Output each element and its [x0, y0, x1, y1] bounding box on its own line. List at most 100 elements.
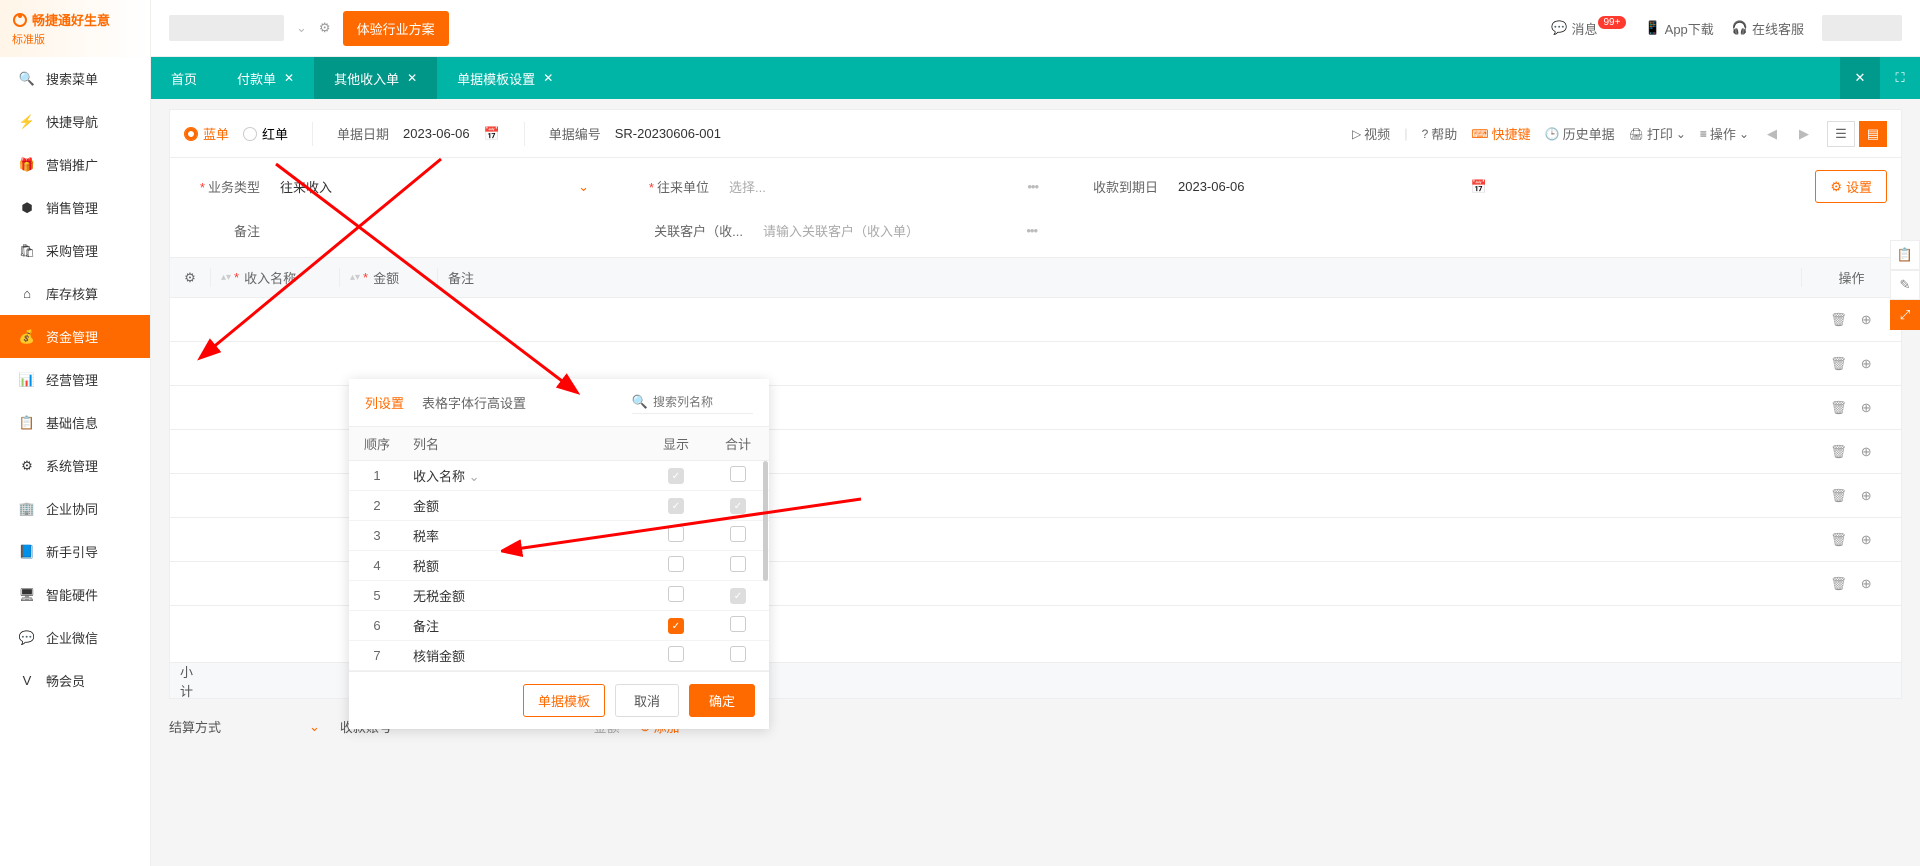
settings-gear-icon[interactable]: ⚙	[319, 20, 331, 36]
delete-row-icon[interactable]: 🗑	[1830, 444, 1847, 460]
delete-row-icon[interactable]: 🗑	[1830, 400, 1847, 416]
nav-畅会员[interactable]: V畅会员	[0, 659, 150, 702]
delete-row-icon[interactable]: 🗑	[1830, 312, 1847, 328]
copy-row-icon[interactable]: ⊕	[1861, 400, 1872, 416]
user-placeholder[interactable]	[1822, 15, 1902, 41]
video-button[interactable]: ▷ 视频	[1352, 124, 1390, 143]
history-button[interactable]: 🕒 历史单据	[1545, 124, 1615, 143]
table-row[interactable]: 🗑⊕	[170, 298, 1901, 342]
unit-select[interactable]: 选择... •••	[721, 172, 1046, 202]
copy-row-icon[interactable]: ⊕	[1861, 312, 1872, 328]
nav-销售管理[interactable]: ⬢销售管理	[0, 186, 150, 229]
chevron-down-icon[interactable]: ⌄	[469, 469, 480, 484]
checkbox-icon[interactable]	[730, 466, 746, 482]
tab-close-icon[interactable]: ✕	[284, 71, 294, 85]
popup-tab-font[interactable]: 表格字体行高设置	[422, 393, 526, 412]
th-income-name[interactable]: ▴▾ *收入名称	[210, 268, 340, 287]
th-amount[interactable]: ▴▾ *金额	[340, 268, 438, 287]
checkbox-icon[interactable]	[668, 586, 684, 602]
app-download-link[interactable]: 📱 App下载	[1644, 19, 1713, 38]
next-doc-icon[interactable]: ▶	[1795, 126, 1813, 142]
help-button[interactable]: ? 帮助	[1422, 124, 1458, 143]
logo-icon	[12, 12, 28, 28]
float-note-icon[interactable]: 📋	[1890, 240, 1920, 270]
delete-row-icon[interactable]: 🗑	[1830, 356, 1847, 372]
print-button[interactable]: 🖨 打印 ⌄	[1629, 124, 1686, 143]
nav-资金管理[interactable]: 💰资金管理	[0, 315, 150, 358]
checkbox-icon[interactable]: ✓	[668, 468, 684, 484]
delete-row-icon[interactable]: 🗑	[1830, 576, 1847, 592]
checkbox-icon[interactable]: ✓	[668, 498, 684, 514]
float-expand-icon[interactable]: ⤢	[1890, 300, 1920, 330]
customer-input[interactable]: 请输入关联客户（收入单） •••	[755, 215, 1045, 245]
nav-企业微信[interactable]: 💬企业微信	[0, 616, 150, 659]
copy-row-icon[interactable]: ⊕	[1861, 576, 1872, 592]
checkbox-icon[interactable]	[668, 556, 684, 572]
nav-采购管理[interactable]: 🛍采购管理	[0, 229, 150, 272]
tab-首页[interactable]: 首页	[151, 57, 217, 99]
tab-其他收入单[interactable]: 其他收入单✕	[314, 57, 437, 99]
copy-row-icon[interactable]: ⊕	[1861, 488, 1872, 504]
checkbox-icon[interactable]	[668, 646, 684, 662]
action-button[interactable]: ≡ 操作 ⌄	[1700, 124, 1749, 143]
popup-tab-columns[interactable]: 列设置	[365, 393, 404, 412]
delete-row-icon[interactable]: 🗑	[1830, 488, 1847, 504]
copy-row-icon[interactable]: ⊕	[1861, 532, 1872, 548]
doc-date-value[interactable]: 2023-06-06	[403, 126, 470, 141]
online-service-link[interactable]: 🎧 在线客服	[1732, 19, 1804, 38]
settle-method[interactable]: 结算方式 ⌄	[169, 717, 320, 736]
due-label: 收款到期日	[1093, 180, 1158, 195]
blue-doc-radio[interactable]: 蓝单	[184, 124, 229, 143]
column-settings-gear-icon[interactable]: ⚙	[170, 270, 210, 286]
popup-search-input[interactable]	[653, 395, 753, 409]
biz-type-select[interactable]: 往来收入 ⌄	[272, 172, 597, 202]
shortcut-button[interactable]: ⌨ 快捷键	[1471, 124, 1530, 143]
copy-row-icon[interactable]: ⊕	[1861, 444, 1872, 460]
cancel-button[interactable]: 取消	[615, 684, 679, 717]
form-view-icon[interactable]: ▤	[1859, 121, 1887, 147]
dropdown-icon: ⌄	[578, 179, 589, 195]
checkbox-icon[interactable]	[730, 526, 746, 542]
nav-智能硬件[interactable]: 🖥智能硬件	[0, 573, 150, 616]
nav-系统管理[interactable]: ⚙系统管理	[0, 444, 150, 487]
checkbox-icon[interactable]	[730, 646, 746, 662]
list-view-icon[interactable]: ☰	[1827, 121, 1855, 147]
nav-基础信息[interactable]: 📋基础信息	[0, 401, 150, 444]
template-button[interactable]: 单据模板	[523, 684, 605, 717]
checkbox-icon[interactable]: ✓	[730, 588, 746, 604]
nav-营销推广[interactable]: 🎁营销推广	[0, 143, 150, 186]
popup-scrollbar[interactable]	[763, 461, 768, 581]
nav-企业协同[interactable]: 🏢企业协同	[0, 487, 150, 530]
prev-doc-icon[interactable]: ◀	[1763, 126, 1781, 142]
checkbox-icon[interactable]: ✓	[730, 498, 746, 514]
nav-快捷导航[interactable]: ⚡快捷导航	[0, 100, 150, 143]
org-selector-placeholder[interactable]	[169, 15, 284, 41]
due-date-input[interactable]: 2023-06-06 📅	[1170, 172, 1495, 202]
red-doc-radio[interactable]: 红单	[243, 124, 288, 143]
checkbox-icon[interactable]: ✓	[668, 618, 684, 634]
checkbox-icon[interactable]	[668, 526, 684, 542]
tab-close-icon[interactable]: ✕	[543, 71, 553, 85]
nav-搜索菜单[interactable]: 🔍搜索菜单	[0, 57, 150, 100]
checkbox-icon[interactable]	[730, 556, 746, 572]
org-dropdown-icon[interactable]: ⌄	[296, 20, 307, 36]
message-link[interactable]: 💬 消息 99+	[1551, 19, 1626, 38]
tab-付款单[interactable]: 付款单✕	[217, 57, 314, 99]
ok-button[interactable]: 确定	[689, 684, 755, 717]
nav-新手引导[interactable]: 📘新手引导	[0, 530, 150, 573]
try-industry-button[interactable]: 体验行业方案	[343, 11, 449, 46]
delete-row-icon[interactable]: 🗑	[1830, 532, 1847, 548]
tabs-expand-icon[interactable]: ⛶	[1880, 57, 1920, 99]
checkbox-icon[interactable]	[730, 616, 746, 632]
tabs-close-all-icon[interactable]: ✕	[1840, 57, 1880, 99]
calendar-icon[interactable]: 📅	[484, 126, 500, 142]
remark-input[interactable]	[272, 215, 597, 245]
nav-经营管理[interactable]: 📊经营管理	[0, 358, 150, 401]
dropdown-icon: ⌄	[309, 719, 320, 735]
tab-单据模板设置[interactable]: 单据模板设置✕	[437, 57, 573, 99]
copy-row-icon[interactable]: ⊕	[1861, 356, 1872, 372]
nav-库存核算[interactable]: ⌂库存核算	[0, 272, 150, 315]
float-edit-icon[interactable]: ✎	[1890, 270, 1920, 300]
settings-button[interactable]: ⚙ 设置	[1815, 170, 1887, 203]
tab-close-icon[interactable]: ✕	[407, 71, 417, 85]
